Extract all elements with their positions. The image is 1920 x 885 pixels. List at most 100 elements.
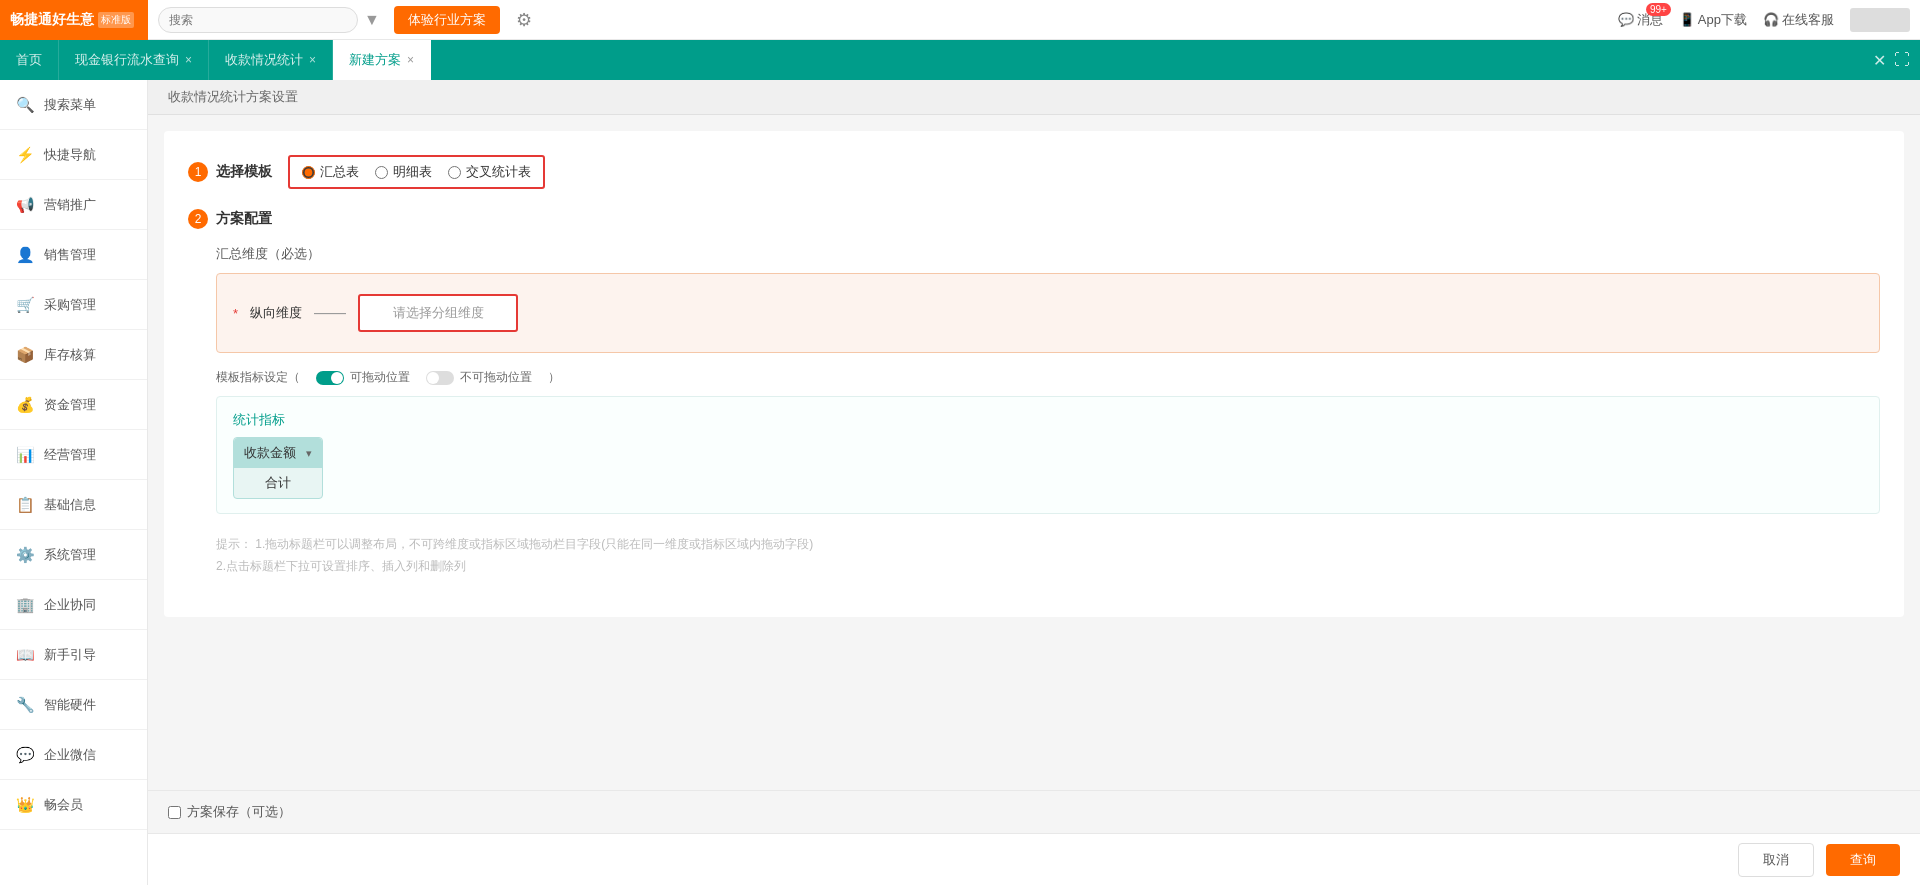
section1: 1 选择模板 汇总表 明细表 bbox=[188, 155, 1880, 189]
tab-home[interactable]: 首页 bbox=[0, 40, 59, 80]
section2-body: 汇总维度（必选） * 纵向维度 —— 请选择分组维度 bbox=[216, 245, 1880, 577]
close-window-icon[interactable]: ✕ bbox=[1873, 51, 1886, 70]
sidebar-item-quick-nav[interactable]: ⚡ 快捷导航 bbox=[0, 130, 147, 180]
subsection-label: 汇总维度（必选） bbox=[216, 245, 1880, 263]
section2: 2 方案配置 汇总维度（必选） * 纵向维度 —— 请选择分组维度 bbox=[188, 209, 1880, 577]
sidebar-item-sales-label: 销售管理 bbox=[44, 246, 96, 264]
tab-close-new-plan[interactable]: × bbox=[407, 53, 414, 67]
query-button[interactable]: 查询 bbox=[1826, 844, 1900, 876]
sidebar-item-wechat-label: 企业微信 bbox=[44, 746, 96, 764]
metrics-section: 模板指标设定（ 可拖动位置 不可拖动位置 ） bbox=[216, 369, 1880, 514]
sidebar-item-basic-info[interactable]: 📋 基础信息 bbox=[0, 480, 147, 530]
page-title-bar: 收款情况统计方案设置 bbox=[148, 80, 1920, 115]
radio-detail[interactable]: 明细表 bbox=[375, 163, 432, 181]
member-icon: 👑 bbox=[16, 796, 34, 814]
quick-nav-icon: ⚡ bbox=[16, 146, 34, 164]
guide-icon: 📖 bbox=[16, 646, 34, 664]
radio-cross-label: 交叉统计表 bbox=[466, 163, 531, 181]
sidebar-item-purchase-label: 采购管理 bbox=[44, 296, 96, 314]
sidebar-item-inventory[interactable]: 📦 库存核算 bbox=[0, 330, 147, 380]
hint-text-area: 提示： 1.拖动标题栏可以调整布局，不可跨维度或指标区域拖动栏目字段(只能在同一… bbox=[216, 534, 1880, 577]
sidebar-item-member[interactable]: 👑 畅会员 bbox=[0, 780, 147, 830]
sidebar-item-search[interactable]: 🔍 搜索菜单 bbox=[0, 80, 147, 130]
tab-bar: 首页 现金银行流水查询 × 收款情况统计 × 新建方案 × ✕ ⛶ bbox=[0, 40, 1920, 80]
download-icon: 📱 bbox=[1679, 12, 1695, 27]
message-icon: 💬 bbox=[1618, 12, 1634, 27]
service-icon: 🎧 bbox=[1763, 12, 1779, 27]
user-avatar bbox=[1850, 8, 1910, 32]
sidebar-item-enterprise[interactable]: 🏢 企业协同 bbox=[0, 580, 147, 630]
field-label: 纵向维度 bbox=[250, 304, 302, 322]
tab-receipt-stats[interactable]: 收款情况统计 × bbox=[209, 40, 333, 80]
metrics-label: 统计指标 bbox=[233, 411, 1863, 429]
arrow-icon: —— bbox=[314, 304, 346, 322]
page-title: 收款情况统计方案设置 bbox=[168, 89, 298, 104]
tab-close-bank[interactable]: × bbox=[185, 53, 192, 67]
sidebar-item-finance-label: 资金管理 bbox=[44, 396, 96, 414]
search-input[interactable] bbox=[158, 7, 358, 33]
gear-icon[interactable]: ⚙ bbox=[516, 9, 532, 31]
main-content: 1 选择模板 汇总表 明细表 bbox=[148, 115, 1920, 790]
sidebar-item-sales[interactable]: 👤 销售管理 bbox=[0, 230, 147, 280]
save-plan-label: 方案保存（可选） bbox=[187, 803, 291, 821]
service-btn[interactable]: 🎧 在线客服 bbox=[1763, 11, 1834, 29]
tab-close-receipt[interactable]: × bbox=[309, 53, 316, 67]
brand-area: 畅捷通好生意 标准版 bbox=[0, 0, 148, 40]
system-icon: ⚙️ bbox=[16, 546, 34, 564]
maximize-icon[interactable]: ⛶ bbox=[1894, 51, 1910, 69]
radio-summary-input[interactable] bbox=[302, 166, 315, 179]
section1-title: 选择模板 bbox=[216, 163, 272, 181]
metric-card-header: 收款金额 ▾ bbox=[234, 438, 322, 468]
sidebar-item-operations[interactable]: 📊 经营管理 bbox=[0, 430, 147, 480]
brand-tag: 标准版 bbox=[98, 12, 134, 28]
required-mark: * bbox=[233, 306, 238, 321]
sidebar-item-system-label: 系统管理 bbox=[44, 546, 96, 564]
search-icon[interactable]: ▼ bbox=[364, 11, 380, 29]
message-btn[interactable]: 💬 消息 99+ bbox=[1618, 11, 1663, 29]
sidebar-item-inventory-label: 库存核算 bbox=[44, 346, 96, 364]
hint-line-2: 2.点击标题栏下拉可设置排序、插入列和删除列 bbox=[216, 556, 1880, 578]
download-btn[interactable]: 📱 App下载 bbox=[1679, 11, 1747, 29]
save-plan-checkbox-input[interactable] bbox=[168, 806, 181, 819]
sidebar-item-hardware-label: 智能硬件 bbox=[44, 696, 96, 714]
sidebar-item-quick-label: 快捷导航 bbox=[44, 146, 96, 164]
sidebar-item-marketing[interactable]: 📢 营销推广 bbox=[0, 180, 147, 230]
industry-btn[interactable]: 体验行业方案 bbox=[394, 6, 500, 34]
grouping-dimension-select[interactable]: 请选择分组维度 bbox=[358, 294, 518, 332]
radio-cross-input[interactable] bbox=[448, 166, 461, 179]
footer-area: 方案保存（可选） bbox=[148, 790, 1920, 833]
enterprise-icon: 🏢 bbox=[16, 596, 34, 614]
sidebar-item-finance[interactable]: 💰 资金管理 bbox=[0, 380, 147, 430]
tab-bank-flow[interactable]: 现金银行流水查询 × bbox=[59, 40, 209, 80]
radio-detail-input[interactable] bbox=[375, 166, 388, 179]
sidebar-item-purchase[interactable]: 🛒 采购管理 bbox=[0, 280, 147, 330]
radio-summary[interactable]: 汇总表 bbox=[302, 163, 359, 181]
save-plan-checkbox[interactable]: 方案保存（可选） bbox=[168, 803, 291, 821]
section2-title: 方案配置 bbox=[216, 210, 272, 228]
sidebar-item-member-label: 畅会员 bbox=[44, 796, 83, 814]
cancel-button[interactable]: 取消 bbox=[1738, 843, 1814, 877]
tab-new-plan[interactable]: 新建方案 × bbox=[333, 40, 431, 80]
sidebar-item-guide[interactable]: 📖 新手引导 bbox=[0, 630, 147, 680]
sidebar-item-system[interactable]: ⚙️ 系统管理 bbox=[0, 530, 147, 580]
brand-logo: 畅捷通好生意 bbox=[10, 11, 94, 29]
purchase-icon: 🛒 bbox=[16, 296, 34, 314]
hardware-icon: 🔧 bbox=[16, 696, 34, 714]
marketing-icon: 📢 bbox=[16, 196, 34, 214]
chevron-down-icon[interactable]: ▾ bbox=[306, 447, 312, 460]
header-right: 💬 消息 99+ 📱 App下载 🎧 在线客服 bbox=[1618, 8, 1910, 32]
toggle-non-draggable-switch[interactable] bbox=[426, 371, 454, 385]
content-card: 1 选择模板 汇总表 明细表 bbox=[164, 131, 1904, 617]
sidebar-item-marketing-label: 营销推广 bbox=[44, 196, 96, 214]
metric-card-title: 收款金额 bbox=[244, 444, 296, 462]
metric-card-receipt[interactable]: 收款金额 ▾ 合计 bbox=[233, 437, 323, 499]
radio-cross[interactable]: 交叉统计表 bbox=[448, 163, 531, 181]
toggle-draggable-switch[interactable] bbox=[316, 371, 344, 385]
sidebar-item-hardware[interactable]: 🔧 智能硬件 bbox=[0, 680, 147, 730]
top-header: ▼ 体验行业方案 ⚙ 💬 消息 99+ 📱 App下载 🎧 在线客服 bbox=[148, 0, 1920, 40]
tab-bar-end: ✕ ⛶ bbox=[1873, 51, 1920, 70]
metric-card-body: 合计 bbox=[234, 468, 322, 498]
bottom-action-bar: 取消 查询 bbox=[148, 833, 1920, 885]
sidebar-item-wechat[interactable]: 💬 企业微信 bbox=[0, 730, 147, 780]
template-options-box: 汇总表 明细表 交叉统计表 bbox=[288, 155, 545, 189]
